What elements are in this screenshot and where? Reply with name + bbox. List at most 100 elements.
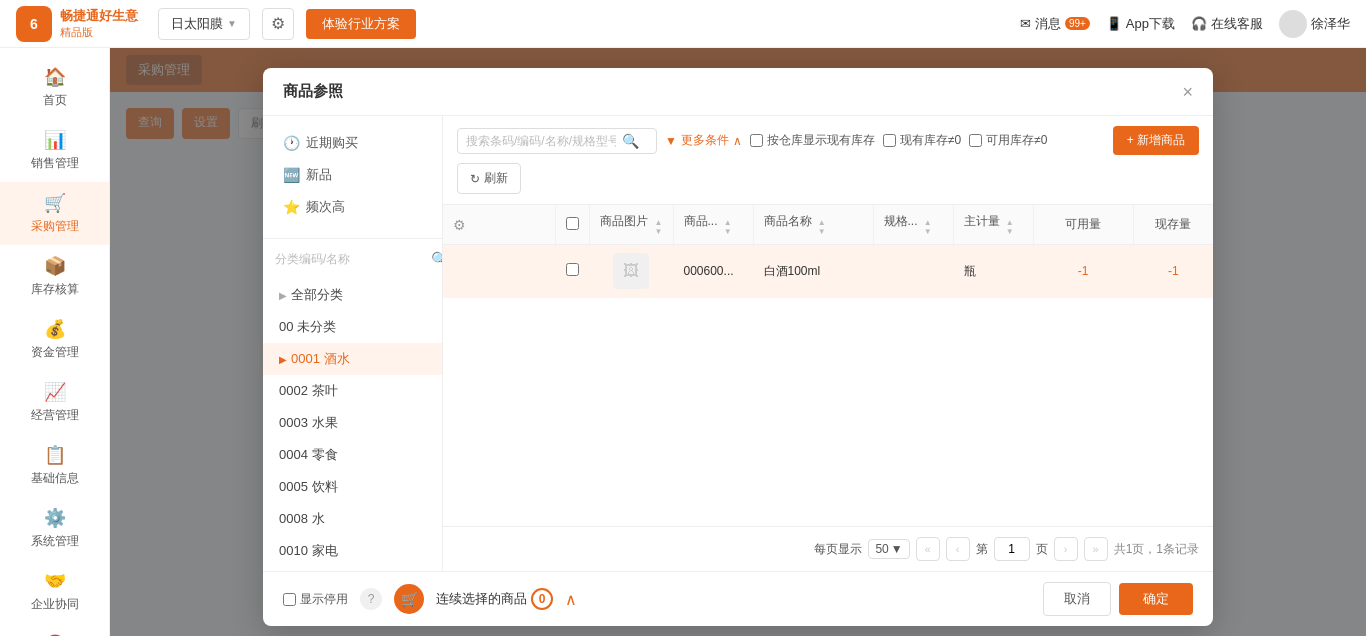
filter-icon: ▼ bbox=[665, 134, 677, 148]
available-nonzero-checkbox[interactable] bbox=[969, 134, 982, 147]
category-item-water[interactable]: 0008 水 bbox=[263, 503, 442, 535]
prev-page-button[interactable]: ‹ bbox=[946, 537, 970, 561]
sort-arrows-image[interactable]: ▲▼ bbox=[655, 219, 663, 236]
show-disabled-label[interactable]: 显示停用 bbox=[283, 591, 348, 608]
left-panel: 🕐 近期购买 🆕 新品 ⭐ 频次高 bbox=[263, 116, 443, 571]
quick-frequent[interactable]: ⭐ 频次高 bbox=[275, 192, 430, 222]
col-image-header: 商品图片 ▲▼ bbox=[590, 205, 673, 245]
close-icon[interactable]: × bbox=[1182, 83, 1193, 101]
last-page-button[interactable]: » bbox=[1084, 537, 1108, 561]
row-unit-cell: 瓶 bbox=[953, 245, 1033, 298]
show-disabled-checkbox[interactable] bbox=[283, 593, 296, 606]
category-search-input[interactable] bbox=[275, 252, 425, 266]
search-icon[interactable]: 🔍 bbox=[622, 133, 639, 149]
category-item-unclassified[interactable]: 00 未分类 bbox=[263, 311, 442, 343]
basic-info-icon: 📋 bbox=[44, 444, 66, 466]
dialog-body: 🕐 近期购买 🆕 新品 ⭐ 频次高 bbox=[263, 116, 1213, 571]
sales-icon: 📊 bbox=[44, 129, 66, 151]
refresh-button[interactable]: ↻ 刷新 bbox=[457, 163, 521, 194]
phone-icon: 📱 bbox=[1106, 16, 1122, 31]
col-settings-header[interactable]: ⚙ bbox=[443, 205, 556, 245]
sort-arrows-unit[interactable]: ▲▼ bbox=[1006, 219, 1014, 236]
filter-button[interactable]: ▼ 更多条件 ∧ bbox=[665, 132, 742, 149]
sidebar-item-system[interactable]: ⚙️ 系统管理 bbox=[0, 497, 109, 560]
row-settings bbox=[443, 245, 556, 298]
sidebar-item-sales[interactable]: 📊 销售管理 bbox=[0, 119, 109, 182]
main-content: 采购管理 查询 设置 刷新 商品参照 × bbox=[110, 48, 1366, 636]
select-all-checkbox[interactable] bbox=[566, 217, 579, 230]
sidebar-item-guide[interactable]: 🎯 新手引导 bbox=[0, 623, 109, 636]
cancel-button[interactable]: 取消 bbox=[1043, 582, 1111, 616]
row-checkbox[interactable] bbox=[566, 263, 579, 276]
row-available-cell: -1 bbox=[1033, 245, 1133, 298]
show-inventory-checkbox[interactable] bbox=[750, 134, 763, 147]
quick-recent-purchase[interactable]: 🕐 近期购买 bbox=[275, 128, 430, 158]
footer-right: 取消 确定 bbox=[1043, 582, 1193, 616]
sidebar-item-enterprise[interactable]: 🤝 企业协同 bbox=[0, 560, 109, 623]
page-size-select[interactable]: 50 ▼ bbox=[868, 539, 909, 559]
app-download-nav-item[interactable]: 📱 App下载 bbox=[1106, 15, 1175, 33]
row-checkbox-cell[interactable] bbox=[556, 245, 590, 298]
first-page-button[interactable]: « bbox=[916, 537, 940, 561]
sidebar-item-purchase[interactable]: 🛒 采购管理 bbox=[0, 182, 109, 245]
col-name-header: 商品名称 ▲▼ bbox=[753, 205, 873, 245]
product-thumbnail: 🖼 bbox=[613, 253, 649, 289]
category-item-snacks[interactable]: 0004 零食 bbox=[263, 439, 442, 471]
confirm-button[interactable]: 确定 bbox=[1119, 583, 1193, 615]
operations-icon: 📈 bbox=[44, 381, 66, 403]
new-icon: 🆕 bbox=[283, 167, 300, 183]
top-navigation: 6 畅捷通好生意 精品版 日太阳膜 ▼ ⚙ 体验行业方案 ✉ 消息 99+ 📱 … bbox=[0, 0, 1366, 48]
category-item-all[interactable]: ▶ 全部分类 bbox=[263, 279, 442, 311]
sort-arrows-code[interactable]: ▲▼ bbox=[724, 219, 732, 236]
page-number-input[interactable] bbox=[994, 537, 1030, 561]
sort-arrows-name[interactable]: ▲▼ bbox=[818, 219, 826, 236]
clock-icon: 🕐 bbox=[283, 135, 300, 151]
product-search-input[interactable] bbox=[466, 134, 616, 148]
sidebar-item-basic-info[interactable]: 📋 基础信息 bbox=[0, 434, 109, 497]
sidebar-item-operations[interactable]: 📈 经营管理 bbox=[0, 371, 109, 434]
sidebar-item-home[interactable]: 🏠 首页 bbox=[0, 56, 109, 119]
cart-icon[interactable]: 🛒 bbox=[394, 584, 424, 614]
checkbox-available-nonzero[interactable]: 可用库存≠0 bbox=[969, 132, 1047, 149]
product-table-area: ⚙ 商品图片 ▲▼ bbox=[443, 205, 1213, 526]
quick-new-products[interactable]: 🆕 新品 bbox=[275, 160, 430, 190]
message-icon: ✉ bbox=[1020, 16, 1031, 31]
sidebar-item-inventory[interactable]: 📦 库存核算 bbox=[0, 245, 109, 308]
avatar bbox=[1279, 10, 1307, 38]
category-item-drinks[interactable]: 0005 饮料 bbox=[263, 471, 442, 503]
category-item-tea[interactable]: 0002 茶叶 bbox=[263, 375, 442, 407]
category-search-area: 🔍 bbox=[263, 243, 442, 275]
collapse-button[interactable]: ∧ bbox=[565, 590, 577, 609]
product-reference-dialog: 商品参照 × 🕐 近期购买 🆕 bbox=[263, 68, 1213, 626]
messages-nav-item[interactable]: ✉ 消息 99+ bbox=[1020, 15, 1090, 33]
category-item-fruit[interactable]: 0003 水果 bbox=[263, 407, 442, 439]
user-nav-item[interactable]: 徐泽华 bbox=[1279, 10, 1350, 38]
purchase-icon: 🛒 bbox=[44, 192, 66, 214]
headset-icon: 🎧 bbox=[1191, 16, 1207, 31]
checkbox-show-inventory[interactable]: 按仓库显示现有库存 bbox=[750, 132, 875, 149]
stock-nonzero-checkbox[interactable] bbox=[883, 134, 896, 147]
store-selector[interactable]: 日太阳膜 ▼ bbox=[158, 8, 250, 40]
divider bbox=[263, 238, 442, 239]
logo-text: 畅捷通好生意 精品版 bbox=[60, 7, 138, 40]
help-icon[interactable]: ? bbox=[360, 588, 382, 610]
checkbox-stock-nonzero[interactable]: 现有库存≠0 bbox=[883, 132, 961, 149]
next-page-button[interactable]: › bbox=[1054, 537, 1078, 561]
home-icon: 🏠 bbox=[44, 66, 66, 88]
table-row[interactable]: 🖼 000600... 白酒100ml 瓶 -1 -1 bbox=[443, 245, 1213, 298]
dialog-title: 商品参照 bbox=[283, 82, 343, 101]
add-product-button[interactable]: + 新增商品 bbox=[1113, 126, 1199, 155]
sidebar-item-finance[interactable]: 💰 资金管理 bbox=[0, 308, 109, 371]
category-expand-icon: ▶ bbox=[279, 290, 287, 301]
search-icon[interactable]: 🔍 bbox=[431, 251, 443, 267]
col-select-all-header[interactable] bbox=[556, 205, 590, 245]
category-item-alcohol[interactable]: ▶ 0001 酒水 bbox=[263, 343, 442, 375]
experience-button[interactable]: 体验行业方案 bbox=[306, 9, 416, 39]
selected-count: 连续选择的商品 0 bbox=[436, 588, 553, 610]
chevron-down-icon: ▼ bbox=[891, 542, 903, 556]
sort-arrows-spec[interactable]: ▲▼ bbox=[924, 219, 932, 236]
col-available-header: 可用量 bbox=[1033, 205, 1133, 245]
category-item-appliances[interactable]: 0010 家电 bbox=[263, 535, 442, 567]
gear-button[interactable]: ⚙ bbox=[262, 8, 294, 40]
online-service-nav-item[interactable]: 🎧 在线客服 bbox=[1191, 15, 1263, 33]
